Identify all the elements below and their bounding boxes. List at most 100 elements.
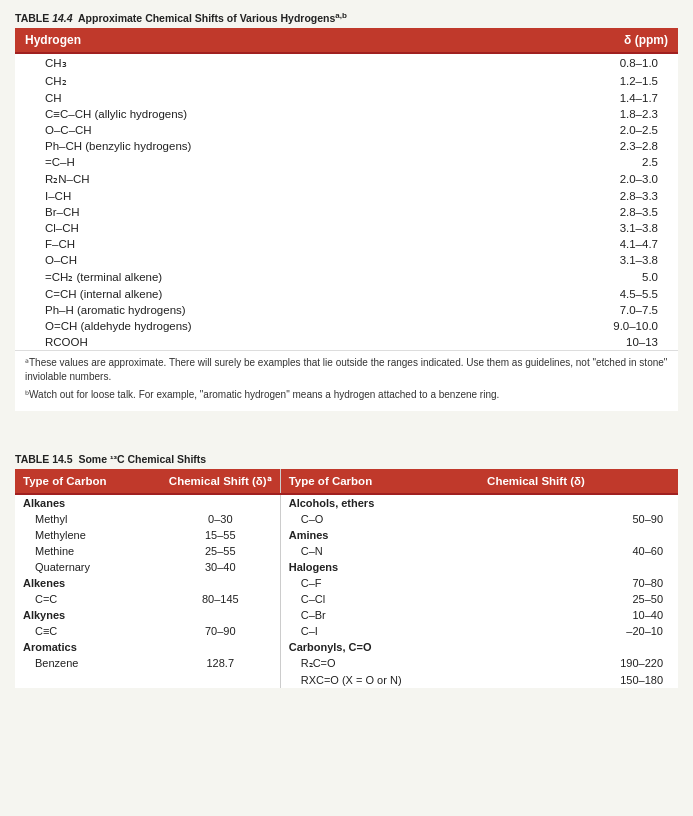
table55-col1-header: Type of Carbon: [15, 469, 161, 494]
table55-type2: Halogens: [280, 559, 479, 575]
table55-col2-header: Chemical Shift (δ)ᵃ: [161, 469, 280, 494]
table55-type1: C≡C: [15, 623, 161, 639]
table44-label-text: TABLE 14.4 Approximate Chemical Shifts o…: [15, 12, 347, 24]
table44-compound: RCOOH: [15, 334, 455, 350]
table55-shift2: 70–80: [479, 575, 678, 591]
table55-col4-header: Chemical Shift (δ): [479, 469, 678, 494]
table44-compound: Ph–CH (benzylic hydrogens): [15, 138, 455, 154]
table44-compound: =CH₂ (terminal alkene): [15, 268, 455, 286]
table44-footnotes: ᵃThese values are approximate. There wil…: [15, 350, 678, 411]
table55-type1: Alkenes: [15, 575, 161, 591]
table55-shift2: 50–90: [479, 511, 678, 527]
table44-shift: 2.8–3.5: [455, 204, 678, 220]
table44-compound: C=CH (internal alkene): [15, 286, 455, 302]
table55-type1: Alkanes: [15, 494, 161, 511]
table44-shift: 4.1–4.7: [455, 236, 678, 252]
table55-col3-header: Type of Carbon: [280, 469, 479, 494]
table44-shift: 3.1–3.8: [455, 220, 678, 236]
table44-shift: 7.0–7.5: [455, 302, 678, 318]
table44-compound: Ph–H (aromatic hydrogens): [15, 302, 455, 318]
table55-type2: C–F: [280, 575, 479, 591]
table55-shift1: 25–55: [161, 543, 280, 559]
table44-shift: 3.1–3.8: [455, 252, 678, 268]
table55-shift1: [161, 494, 280, 511]
table55-type2: Carbonyls, C=O: [280, 639, 479, 655]
table55-type2: C–N: [280, 543, 479, 559]
table55-type1: Methyl: [15, 511, 161, 527]
table44-compound: O–CH: [15, 252, 455, 268]
table55-wrapper: Type of Carbon Chemical Shift (δ)ᵃ Type …: [15, 469, 678, 688]
table55-shift2: –20–10: [479, 623, 678, 639]
table44-compound: O–C–CH: [15, 122, 455, 138]
table55-type1: Aromatics: [15, 639, 161, 655]
table44-shift: 2.0–3.0: [455, 170, 678, 188]
table44-shift: 0.8–1.0: [455, 53, 678, 72]
table44-compound: CH: [15, 90, 455, 106]
table44-col2-header: δ (ppm): [455, 28, 678, 53]
table55-shift1: 80–145: [161, 591, 280, 607]
table44-shift: 2.8–3.3: [455, 188, 678, 204]
table44-shift: 9.0–10.0: [455, 318, 678, 334]
table55-shift2: 190–220: [479, 655, 678, 672]
table44-compound: CH₂: [15, 72, 455, 90]
table55-type2: C–Br: [280, 607, 479, 623]
table55-type2: RXC=O (X = O or N): [280, 672, 479, 688]
table44-shift: 4.5–5.5: [455, 286, 678, 302]
table44-shift: 2.5: [455, 154, 678, 170]
table44-shift: 10–13: [455, 334, 678, 350]
table44-compound: CH₃: [15, 53, 455, 72]
table44-compound: F–CH: [15, 236, 455, 252]
table55-shift2: [479, 494, 678, 511]
table55-shift1: [161, 672, 280, 688]
table55-shift1: [161, 639, 280, 655]
table55-shift2: 25–50: [479, 591, 678, 607]
table44-compound: =C–H: [15, 154, 455, 170]
table44-shift: 2.0–2.5: [455, 122, 678, 138]
table55-type1: [15, 672, 161, 688]
table44-shift: 1.8–2.3: [455, 106, 678, 122]
page: TABLE 14.4 Approximate Chemical Shifts o…: [0, 0, 693, 698]
table55-shift1: 30–40: [161, 559, 280, 575]
table55-shift1: 70–90: [161, 623, 280, 639]
table44-label: TABLE 14.4 Approximate Chemical Shifts o…: [15, 10, 678, 24]
table55-shift1: 128.7: [161, 655, 280, 672]
table55-type2: R₂C=O: [280, 655, 479, 672]
footnote-a: ᵃThese values are approximate. There wil…: [25, 356, 668, 384]
footnote-b: ᵇWatch out for loose talk. For example, …: [25, 388, 668, 402]
table44-col1-header: Hydrogen: [15, 28, 455, 53]
table44-shift: 2.3–2.8: [455, 138, 678, 154]
table55-shift1: 15–55: [161, 527, 280, 543]
table55-shift2: 10–40: [479, 607, 678, 623]
table55-type1: Alkynes: [15, 607, 161, 623]
table55-type2: Amines: [280, 527, 479, 543]
table44-compound: Cl–CH: [15, 220, 455, 236]
table44-shift: 5.0: [455, 268, 678, 286]
table55-type1: Methine: [15, 543, 161, 559]
table55-type2: C–Cl: [280, 591, 479, 607]
table55-shift1: [161, 575, 280, 591]
table55-shift1: 0–30: [161, 511, 280, 527]
table55-shift2: 150–180: [479, 672, 678, 688]
table55-shift2: [479, 639, 678, 655]
table44-compound: I–CH: [15, 188, 455, 204]
table44-compound: Br–CH: [15, 204, 455, 220]
table55-type2: C–I: [280, 623, 479, 639]
table55-shift2: 40–60: [479, 543, 678, 559]
table55-type1: Benzene: [15, 655, 161, 672]
spacer: [15, 419, 678, 449]
table44: Hydrogen δ (ppm) CH₃0.8–1.0CH₂1.2–1.5CH1…: [15, 28, 678, 350]
table44-shift: 1.4–1.7: [455, 90, 678, 106]
table44-compound: O=CH (aldehyde hydrogens): [15, 318, 455, 334]
table44-compound: C≡C–CH (allylic hydrogens): [15, 106, 455, 122]
table55-type1: C=C: [15, 591, 161, 607]
table44-compound: R₂N–CH: [15, 170, 455, 188]
table44-shift: 1.2–1.5: [455, 72, 678, 90]
table55-type1: Methylene: [15, 527, 161, 543]
table44-container: Hydrogen δ (ppm) CH₃0.8–1.0CH₂1.2–1.5CH1…: [15, 28, 678, 411]
table55-label-text: TABLE 14.5 Some ¹³C Chemical Shifts: [15, 453, 206, 465]
table55-shift1: [161, 607, 280, 623]
table55-type2: Alcohols, ethers: [280, 494, 479, 511]
table55: Type of Carbon Chemical Shift (δ)ᵃ Type …: [15, 469, 678, 688]
table55-type1: Quaternary: [15, 559, 161, 575]
table55-shift2: [479, 527, 678, 543]
